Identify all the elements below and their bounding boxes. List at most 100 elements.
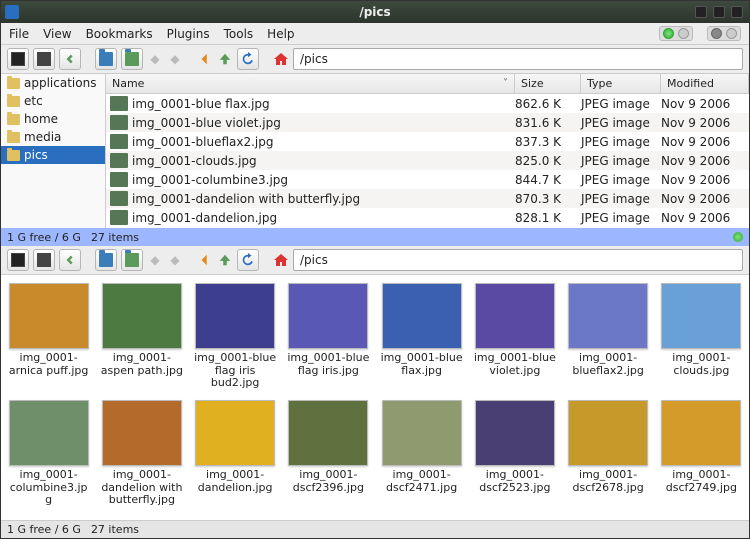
- panel-led-top[interactable]: [659, 26, 693, 41]
- thumbnail-item[interactable]: img_0001-blue flax.jpg: [380, 283, 463, 390]
- open-button[interactable]: [95, 48, 117, 70]
- nav-back-icon-2[interactable]: [197, 249, 213, 271]
- thumbnail-item[interactable]: img_0001-clouds.jpg: [660, 283, 743, 390]
- col-modified[interactable]: Modified: [661, 74, 749, 93]
- menu-plugins[interactable]: Plugins: [167, 27, 210, 41]
- table-row[interactable]: img_0001-blueflax2.jpg837.3 KJPEG imageN…: [106, 132, 749, 151]
- history-back-icon[interactable]: ◆: [147, 48, 163, 70]
- thumbnail-icon: [110, 153, 128, 168]
- thumbnail-item[interactable]: img_0001-blue flag iris bud2.jpg: [194, 283, 277, 390]
- back-button[interactable]: [59, 48, 81, 70]
- new-tab-button[interactable]: [7, 48, 29, 70]
- sidebar-item-pics[interactable]: pics: [1, 146, 105, 164]
- status-bar-top: 1 G free / 6 G 27 items: [1, 228, 749, 246]
- minimize-button[interactable]: [695, 6, 707, 18]
- thumbnail-caption: img_0001-dscf2396.jpg: [287, 469, 370, 494]
- file-modified: Nov 9 2006: [661, 135, 749, 149]
- terminal-button[interactable]: [33, 48, 55, 70]
- table-row[interactable]: img_0001-columbine3.jpg844.7 KJPEG image…: [106, 170, 749, 189]
- menu-tools[interactable]: Tools: [224, 27, 254, 41]
- thumbnail-item[interactable]: img_0001-dandelion with butterfly.jpg: [100, 400, 183, 507]
- table-row[interactable]: img_0001-dandelion.jpg828.1 KJPEG imageN…: [106, 208, 749, 227]
- maximize-button[interactable]: [713, 6, 725, 18]
- history-back-icon-2[interactable]: ◆: [147, 249, 163, 271]
- menu-file[interactable]: File: [9, 27, 29, 41]
- list-header: Name˅ Size Type Modified: [106, 74, 749, 94]
- menu-help[interactable]: Help: [267, 27, 294, 41]
- up-button[interactable]: [217, 48, 233, 70]
- col-size[interactable]: Size: [515, 74, 581, 93]
- sort-indicator-icon: ˅: [503, 78, 508, 89]
- col-type[interactable]: Type: [581, 74, 661, 93]
- refresh-button-2[interactable]: [237, 249, 259, 271]
- folder-icon: [7, 132, 20, 143]
- thumbnail-item[interactable]: img_0001-arnica puff.jpg: [7, 283, 90, 390]
- back-button-2[interactable]: [59, 249, 81, 271]
- nav-back-icon[interactable]: [197, 48, 213, 70]
- home-button-2[interactable]: [273, 249, 289, 271]
- file-name: img_0001-columbine3.jpg: [132, 173, 515, 187]
- toolbar-bottom: ◆ ◆ /pics: [1, 246, 749, 275]
- table-row[interactable]: img_0001-clouds.jpg825.0 KJPEG imageNov …: [106, 151, 749, 170]
- sidebar-item-applications[interactable]: applications: [1, 74, 105, 92]
- panel-led-bottom[interactable]: [707, 26, 741, 41]
- thumbnail-item[interactable]: img_0001-dscf2396.jpg: [287, 400, 370, 507]
- file-size: 862.6 K: [515, 97, 581, 111]
- sidebar-item-label: pics: [24, 148, 48, 162]
- table-row[interactable]: img_0001-blue flax.jpg862.6 KJPEG imageN…: [106, 94, 749, 113]
- sidebar-item-media[interactable]: media: [1, 128, 105, 146]
- thumbnail-item[interactable]: img_0001-blue violet.jpg: [473, 283, 556, 390]
- address-text: /pics: [300, 52, 328, 66]
- sidebar-item-etc[interactable]: etc: [1, 92, 105, 110]
- col-name[interactable]: Name˅: [106, 74, 515, 93]
- address-bar[interactable]: /pics: [293, 48, 743, 70]
- history-fwd-icon-2[interactable]: ◆: [167, 249, 183, 271]
- new-tab-button-2[interactable]: [7, 249, 29, 271]
- thumbnail-image: [195, 400, 275, 466]
- thumbnail-item[interactable]: img_0001-aspen path.jpg: [100, 283, 183, 390]
- app-icon: [5, 5, 19, 19]
- file-size: 837.3 K: [515, 135, 581, 149]
- terminal-button-2[interactable]: [33, 249, 55, 271]
- thumbnail-caption: img_0001-arnica puff.jpg: [7, 352, 90, 377]
- thumbnail-item[interactable]: img_0001-dandelion.jpg: [194, 400, 277, 507]
- file-type: JPEG image: [581, 211, 661, 225]
- open-button-2[interactable]: [95, 249, 117, 271]
- address-bar-2[interactable]: /pics: [293, 249, 743, 271]
- file-size: 870.3 K: [515, 192, 581, 206]
- table-row[interactable]: img_0001-dandelion with butterfly.jpg870…: [106, 189, 749, 208]
- thumbnail-image: [195, 283, 275, 349]
- folder-icon: [7, 78, 20, 89]
- thumbnail-caption: img_0001-blue flax.jpg: [380, 352, 463, 377]
- thumbnail-caption: img_0001-columbine3.jpg: [7, 469, 90, 507]
- thumbnail-pane[interactable]: img_0001-arnica puff.jpg img_0001-aspen p…: [1, 275, 749, 520]
- sidebar-item-label: home: [24, 112, 58, 126]
- refresh-button[interactable]: [237, 48, 259, 70]
- thumbnail-item[interactable]: img_0001-columbine3.jpg: [7, 400, 90, 507]
- thumbnail-item[interactable]: img_0001-dscf2678.jpg: [567, 400, 650, 507]
- thumbnail-item[interactable]: img_0001-blueflax2.jpg: [567, 283, 650, 390]
- up-button-2[interactable]: [217, 249, 233, 271]
- close-button[interactable]: [731, 6, 743, 18]
- thumbnail-item[interactable]: img_0001-dscf2471.jpg: [380, 400, 463, 507]
- thumbnail-item[interactable]: img_0001-blue flag iris.jpg: [287, 283, 370, 390]
- list-body[interactable]: img_0001-blue flax.jpg862.6 KJPEG imageN…: [106, 94, 749, 228]
- sidebar-item-home[interactable]: home: [1, 110, 105, 128]
- table-row[interactable]: img_0001-blue violet.jpg831.6 KJPEG imag…: [106, 113, 749, 132]
- history-fwd-icon[interactable]: ◆: [167, 48, 183, 70]
- bookmark-button[interactable]: [121, 48, 143, 70]
- menu-bookmarks[interactable]: Bookmarks: [86, 27, 153, 41]
- home-button[interactable]: [273, 48, 289, 70]
- thumbnail-icon: [110, 172, 128, 187]
- status-free: 1 G free / 6 G: [7, 231, 81, 244]
- thumbnail-item[interactable]: img_0001-dscf2749.jpg: [660, 400, 743, 507]
- thumbnail-icon: [110, 210, 128, 225]
- sidebar: applicationsetc home media pics: [1, 74, 106, 228]
- folder-icon: [7, 114, 20, 125]
- thumbnail-item[interactable]: img_0001-dscf2523.jpg: [473, 400, 556, 507]
- bookmark-button-2[interactable]: [121, 249, 143, 271]
- toolbar-top: ◆ ◆ /pics: [1, 45, 749, 74]
- file-type: JPEG image: [581, 97, 661, 111]
- file-type: JPEG image: [581, 135, 661, 149]
- menu-view[interactable]: View: [43, 27, 71, 41]
